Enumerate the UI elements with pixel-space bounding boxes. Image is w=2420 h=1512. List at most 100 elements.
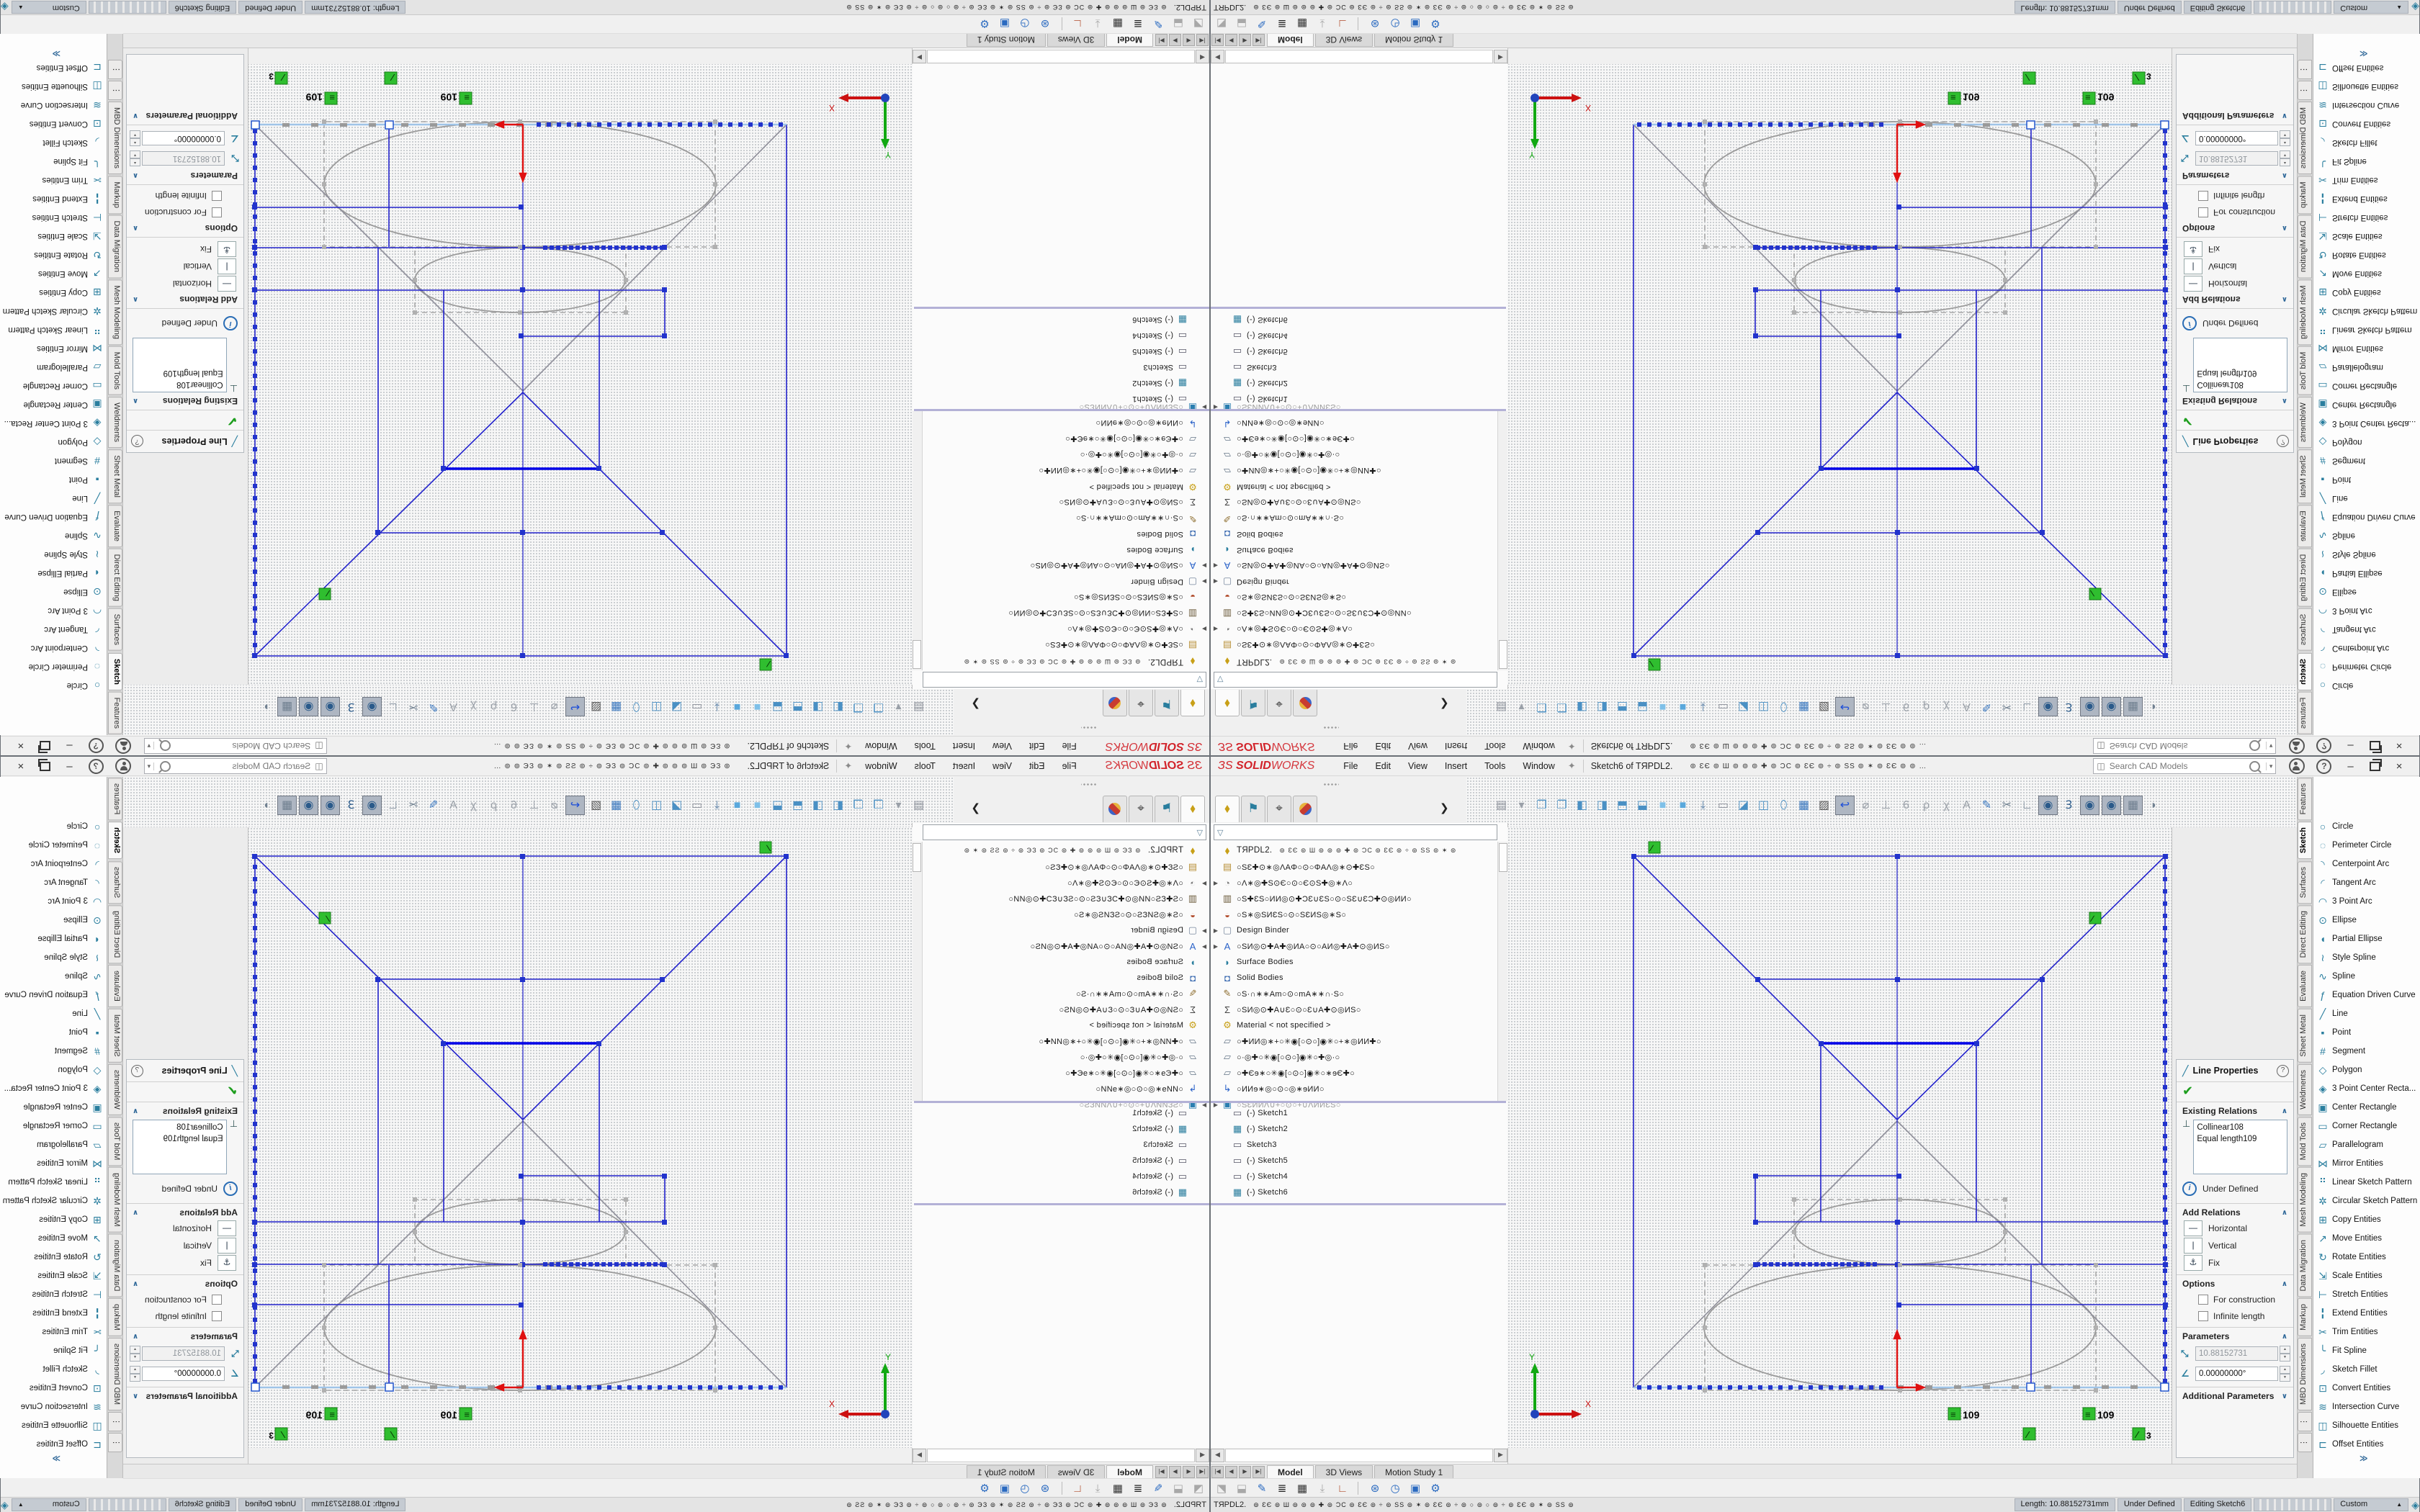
tool-item[interactable]: ◇ Polygon <box>2313 433 2420 451</box>
angle-spinner[interactable]: ▲▼ <box>2280 1366 2290 1382</box>
expand-chevron-icon[interactable]: ∨ <box>2282 1392 2287 1400</box>
tool-item[interactable]: ⊏ Offset Entities <box>0 58 107 77</box>
tree-horizontal-scrollbar[interactable]: ◀ ▶ <box>913 1448 1209 1462</box>
length-field[interactable]: 10.88152731 <box>142 1346 225 1361</box>
sketch-item[interactable]: ▦ (-) Sketch6 <box>924 312 1209 328</box>
tree-item[interactable]: ◘ Solid Bodies <box>1211 526 1496 542</box>
commandmanager-tab[interactable]: Surfaces <box>2298 861 2312 904</box>
commandmanager-tab[interactable]: Mesh Modeling <box>2298 1167 2312 1233</box>
tool-item[interactable]: ✂ Trim Entities <box>2313 1323 2420 1341</box>
bottom-toolbar-icon[interactable]: ▣ <box>995 17 1014 30</box>
minimize-button[interactable]: – <box>2347 740 2353 752</box>
tool-item[interactable]: ◈ 3 Point Center Recta... <box>2313 1079 2420 1098</box>
heads-up-icon[interactable]: ✎ <box>1978 698 1996 716</box>
heads-up-icon[interactable]: ▤ <box>910 698 928 716</box>
tool-item[interactable]: ƒ Equation Driven Curve <box>2313 508 2420 526</box>
tab-dimxpertmanager[interactable]: ⌖ <box>1267 690 1291 716</box>
scroll-right-arrow[interactable]: ▶ <box>1494 1449 1507 1462</box>
sheet-tab[interactable]: Motion Study 1 <box>1374 33 1453 47</box>
tree-split-bar[interactable] <box>914 307 1209 309</box>
menu-item[interactable]: File <box>1335 741 1366 751</box>
sheet-nav-button[interactable]: ▶ <box>1169 34 1181 46</box>
heads-up-icon[interactable]: ◉ <box>2102 697 2121 716</box>
heads-up-icon[interactable]: ▾ <box>889 698 908 716</box>
heads-up-icon[interactable]: ◉ <box>2102 796 2121 815</box>
sketch-item[interactable]: ▦ (-) Sketch2 <box>924 1121 1209 1137</box>
tree-item[interactable]: ↳ ○ИИɘ∗◎○⊙○◎∗ɘИИ○ <box>1211 1081 1496 1097</box>
add-relation-button[interactable]: ⚓ Fix <box>2177 1254 2293 1272</box>
tree-split-bar[interactable] <box>914 1101 1209 1103</box>
account-icon[interactable] <box>2289 738 2305 754</box>
menu-item[interactable]: File <box>1054 741 1085 751</box>
tree-item[interactable]: ▱ ○·◎✚○✳◉[○⊙○]◉✳○✚◎·○ <box>924 1049 1209 1065</box>
expand-chevron-icon[interactable]: ∨ <box>2282 112 2287 120</box>
search-input[interactable]: Search CAD Models <box>171 741 310 751</box>
menu-item[interactable]: Tools <box>906 761 944 771</box>
pm-ok-button[interactable]: ✔ <box>2182 1084 2293 1099</box>
scrollbar-track[interactable] <box>927 50 1195 64</box>
titlebar-quick-toolbar[interactable]: ⊚ ƐЄ ⊚ Ш ⊚ ⊚ ⊚ ✚ ⊚ ƆC ⊚ ƐЄ ⊚ ÷ ⊚ ЅS ⊚ ✶ … <box>1690 762 2093 770</box>
tool-item[interactable]: ▭ Corner Rectangle <box>0 1117 107 1135</box>
selection-handles-gray[interactable] <box>322 120 717 315</box>
bottom-toolbar-icon[interactable]: ◷ <box>1016 17 1034 30</box>
sketch-item[interactable]: ▭ (-) Sketch1 <box>924 391 1209 407</box>
tool-item[interactable]: ⊏ Offset Entities <box>2313 58 2420 77</box>
tool-item[interactable]: # Segment <box>2313 451 2420 470</box>
heads-up-icon[interactable]: ❐ <box>1553 698 1571 716</box>
sheet-nav-button[interactable]: |◀ <box>1196 1466 1209 1478</box>
heads-up-icon[interactable]: ◉ <box>321 796 340 815</box>
expand-chevron-icon[interactable]: ∨ <box>133 112 138 120</box>
bottom-toolbar-icon[interactable]: ⬔ <box>1189 1482 1208 1495</box>
tool-item[interactable]: ▪ Point <box>0 1023 107 1042</box>
search-dropdown-icon[interactable]: ▾ <box>148 742 155 750</box>
sheet-tab[interactable]: 3D Views <box>1315 33 1373 47</box>
sketch-canvas[interactable]: Y X ∕ ∕ ≡ 109 ≡ 109 ∕ <box>248 827 913 1448</box>
heads-up-icon[interactable]: ⬓ <box>768 796 786 814</box>
tool-item[interactable]: ◫ Silhouette Entities <box>0 77 107 96</box>
scroll-right-arrow[interactable]: ▶ <box>913 1449 926 1462</box>
tool-item[interactable]: ⊙ Ellipse <box>2313 911 2420 930</box>
splitter-handle[interactable] <box>1081 726 1097 729</box>
heads-up-icon[interactable]: ⬯ <box>627 698 645 716</box>
commandmanager-tab[interactable]: Features <box>2298 692 2312 734</box>
tree-root[interactable]: ⬧ TЯPDL2. ⊚ ƐЄ ⊚ Ш ⊚ ⊚ ⊚ ✚ ⊚ ƆC ⊚ ƐЄ ⊚ ÷… <box>924 653 1209 670</box>
status-units-dropdown[interactable]: Custom▲ <box>12 1 86 14</box>
tool-item[interactable]: ◖ Partial Ellipse <box>2313 564 2420 582</box>
heads-up-icon[interactable]: ⊥ <box>525 698 543 716</box>
search-icon[interactable] <box>2249 761 2260 772</box>
heads-up-icon[interactable]: ▦ <box>607 796 625 814</box>
bottom-toolbar-icon[interactable]: ≣ <box>1129 17 1147 30</box>
tree-vertical-scrollbar[interactable] <box>913 411 923 670</box>
tool-item[interactable]: ✲ Circular Sketch Pattern <box>2313 1192 2420 1210</box>
selection-handles-gray[interactable] <box>322 1197 717 1392</box>
tool-item[interactable]: ◌ Perimeter Circle <box>0 836 107 855</box>
commandmanager-tab[interactable]: Markup <box>2298 176 2312 214</box>
tool-item[interactable]: ⠛ Linear Sketch Pattern <box>0 320 107 339</box>
tool-item[interactable]: ◫ Silhouette Entities <box>0 1416 107 1435</box>
angle-field[interactable]: 0.00000000° <box>142 131 225 145</box>
sketch-item[interactable]: ▭ Sketch3 <box>1211 1137 1496 1153</box>
tree-vertical-scrollbar[interactable] <box>1497 842 1507 1101</box>
performance-icon[interactable]: ◈ <box>2411 1499 2419 1511</box>
sketch-item[interactable]: ▦ (-) Sketch6 <box>1211 312 1496 328</box>
tool-item[interactable]: ○ Circle <box>0 817 107 836</box>
heads-up-icon[interactable]: ❐ <box>849 698 867 716</box>
tool-item[interactable]: ╱ Line <box>2313 489 2420 508</box>
heads-up-icon[interactable]: ↩ <box>565 796 585 815</box>
tool-item[interactable]: ⊢ Stretch Entities <box>0 208 107 227</box>
tree-item[interactable]: ▶ ◔ ○Λ∗◎✚Ѕ⊙Є○⊙○Є⊙Ѕ✚◎∗Λ○ <box>1211 875 1496 891</box>
tree-item[interactable]: ⚙ Material < not specified > <box>924 1017 1209 1033</box>
tool-item[interactable]: ⋈ Mirror Entities <box>2313 339 2420 358</box>
angle-field[interactable]: 0.00000000° <box>142 1367 225 1381</box>
tool-item[interactable]: ✂ Trim Entities <box>2313 171 2420 189</box>
pin-icon[interactable]: ✦ <box>1568 740 1576 752</box>
tool-item[interactable]: ▣ Center Rectangle <box>2313 1098 2420 1117</box>
commandmanager-tab[interactable]: Sheet Metal <box>2298 1009 2312 1063</box>
commandmanager-tab[interactable]: Features <box>2298 778 2312 820</box>
help-icon[interactable]: ? <box>2316 739 2331 754</box>
heads-up-icon[interactable]: ⌀ <box>1857 698 1875 716</box>
heads-up-icon[interactable]: ❒ <box>869 796 887 814</box>
menu-item[interactable]: Insert <box>944 761 984 771</box>
bottom-toolbar-icon[interactable]: ⊛ <box>1036 17 1054 30</box>
heads-up-icon[interactable]: ■ <box>748 796 766 814</box>
